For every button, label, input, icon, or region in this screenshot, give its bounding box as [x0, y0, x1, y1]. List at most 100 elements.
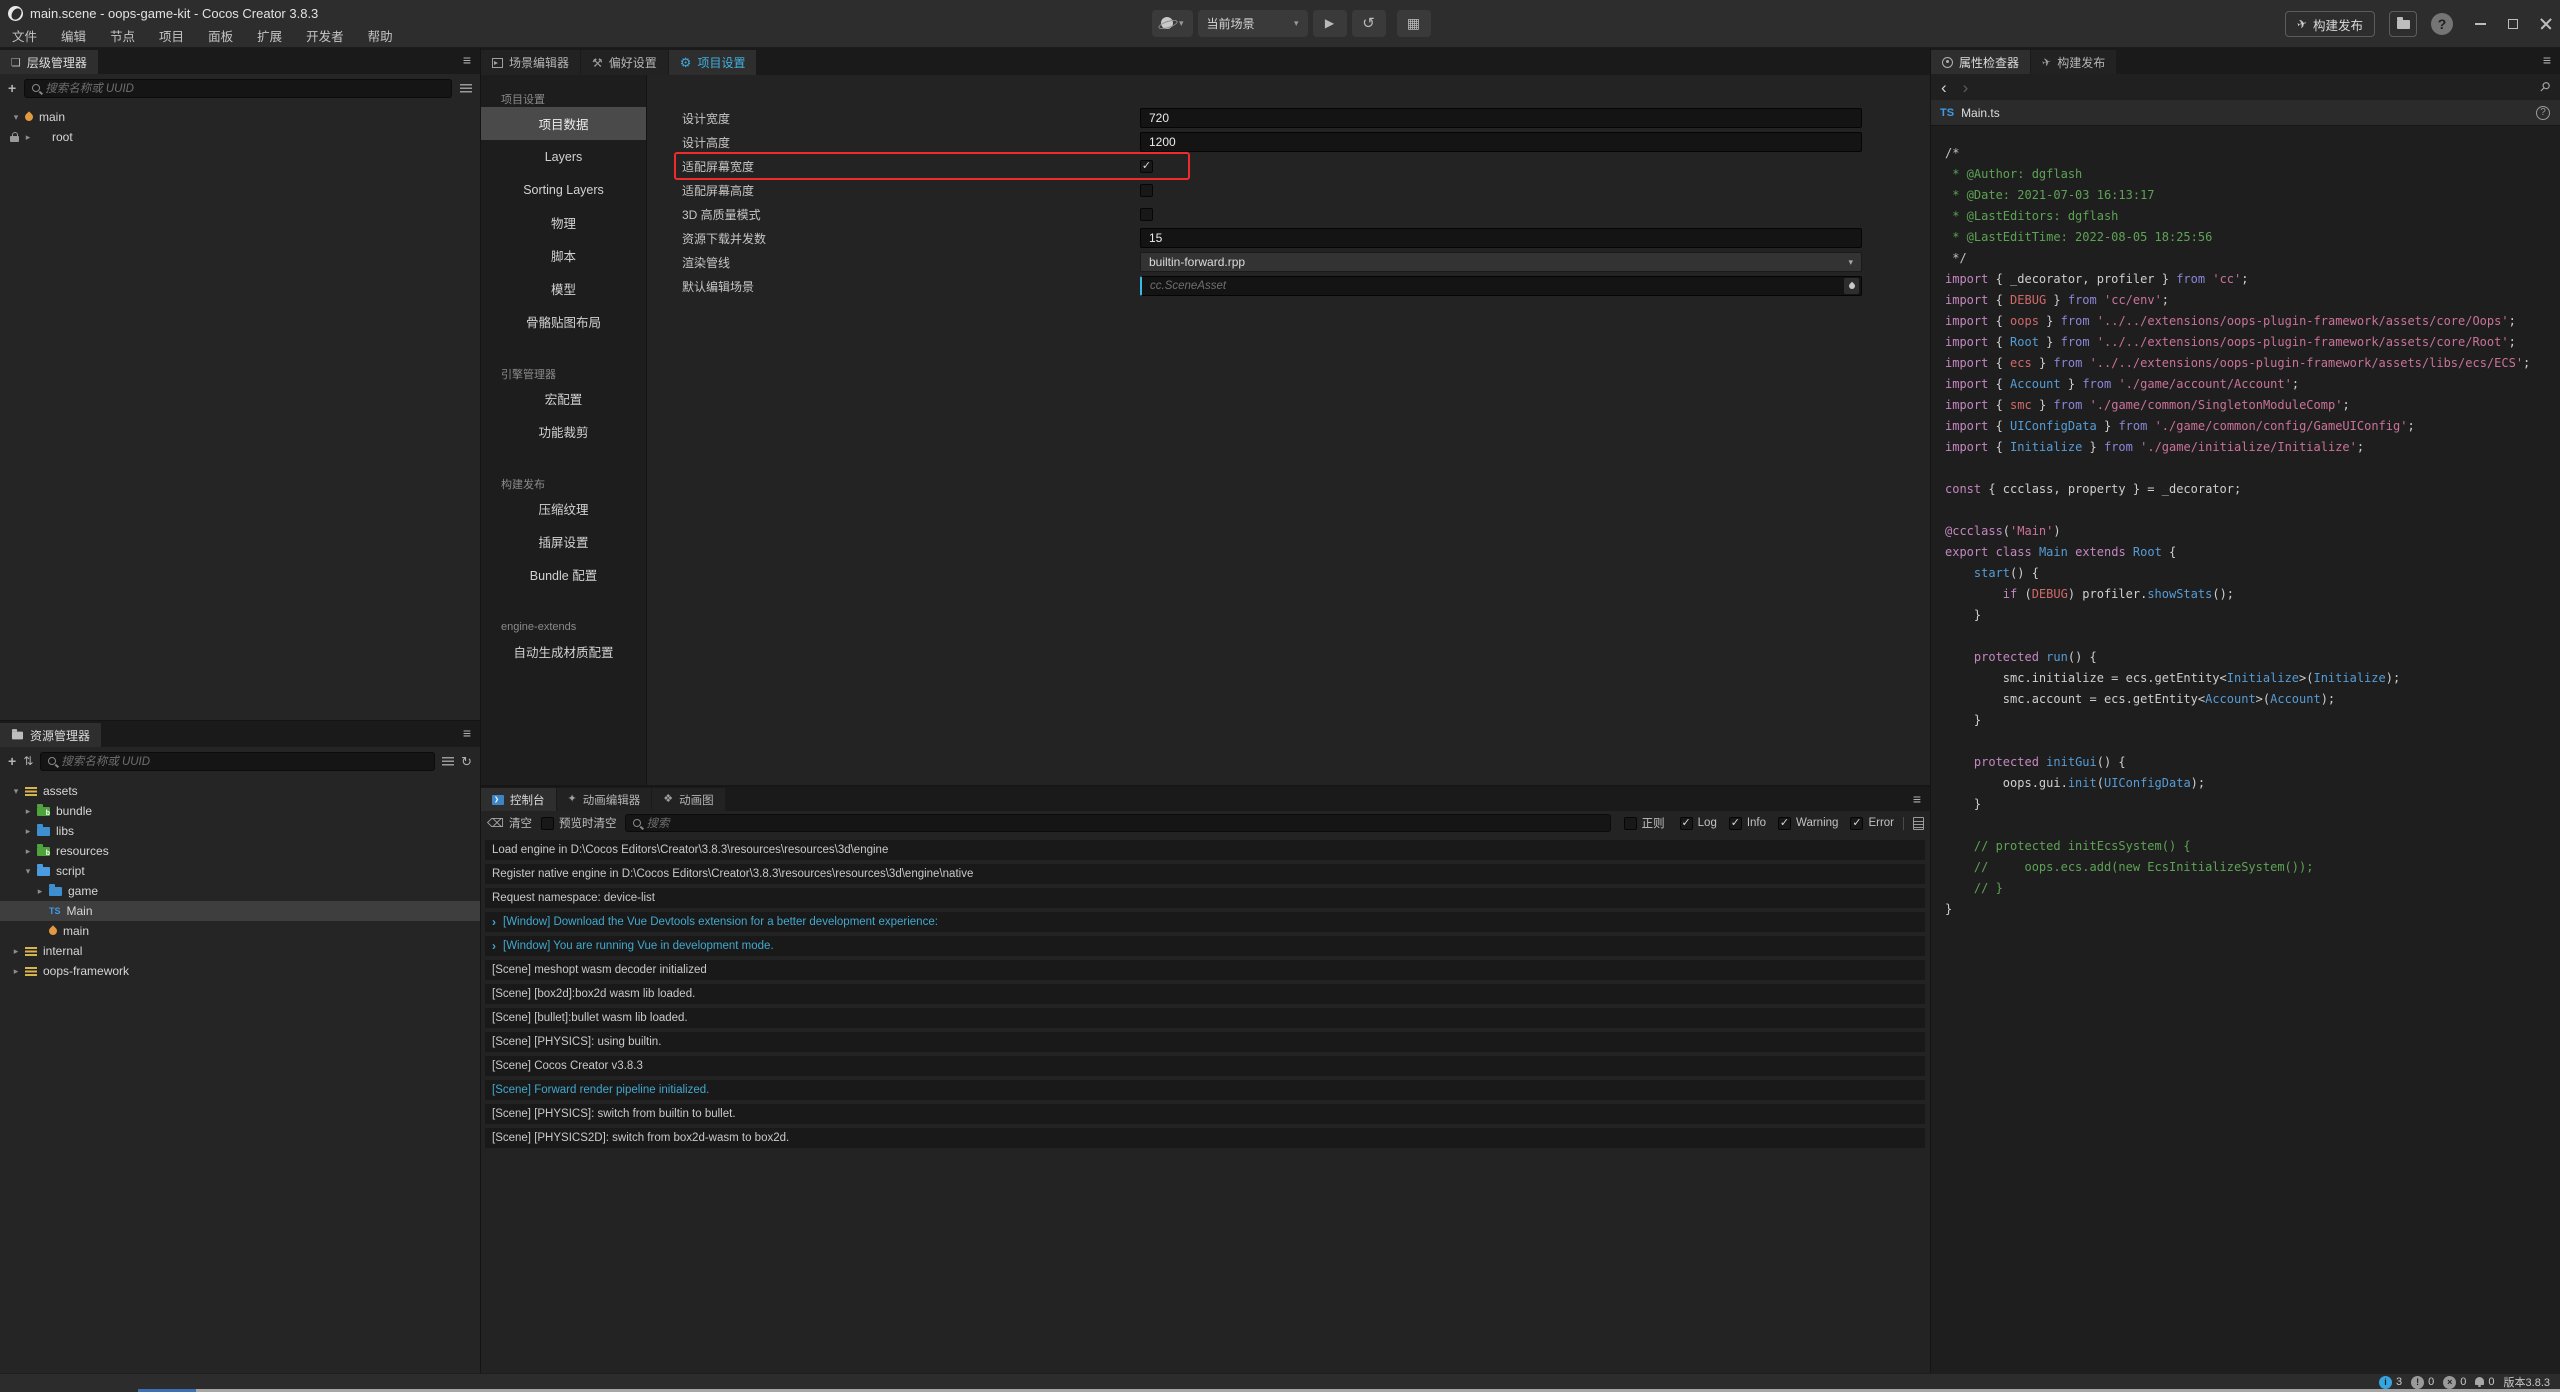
filter-checkbox-Error[interactable]: ✓: [1850, 817, 1863, 830]
assets-search-input[interactable]: 搜索名称或 UUID: [40, 752, 435, 771]
asset-row-resources[interactable]: ▸bresources: [0, 841, 480, 861]
open-project-folder-button[interactable]: [2389, 11, 2417, 37]
chevron-right-icon[interactable]: ▸: [22, 846, 34, 857]
maximize-button[interactable]: [2508, 19, 2518, 29]
filter-icon[interactable]: [442, 757, 454, 766]
add-asset-button[interactable]: +: [8, 754, 16, 768]
filter-Log[interactable]: ✓Log: [1680, 817, 1717, 830]
log-row[interactable]: Request namespace: device-list: [485, 888, 1925, 908]
settings-item-自动生成材质配置[interactable]: 自动生成材质配置: [481, 635, 646, 668]
asset-row-libs[interactable]: ▸libs: [0, 821, 480, 841]
log-row[interactable]: ›[Window] Download the Vue Devtools exte…: [485, 912, 1925, 932]
refresh-assets-icon[interactable]: ↻: [461, 755, 472, 768]
panel-menu-icon[interactable]: ≡: [2543, 53, 2551, 67]
settings-item-骨骼贴图布局[interactable]: 骨骼贴图布局: [481, 305, 646, 338]
close-button[interactable]: [2540, 18, 2552, 30]
minimize-button[interactable]: [2475, 23, 2486, 25]
settings-item-宏配置[interactable]: 宏配置: [481, 382, 646, 415]
asset-picker-icon[interactable]: [1844, 278, 1859, 294]
menu-item-文件[interactable]: 文件: [0, 24, 49, 46]
clear-on-preview-option[interactable]: 预览时清空: [541, 815, 617, 831]
settings-item-Bundle 配置[interactable]: Bundle 配置: [481, 558, 646, 591]
tab-控制台[interactable]: ❯控制台: [481, 788, 556, 811]
filter-Info[interactable]: ✓Info: [1729, 817, 1766, 830]
tab-项目设置[interactable]: ⚙项目设置: [669, 50, 757, 75]
filter-checkbox-Info[interactable]: ✓: [1729, 817, 1742, 830]
tab-偏好设置[interactable]: ⚒偏好设置: [581, 50, 668, 75]
panel-menu-icon[interactable]: ≡: [463, 53, 471, 67]
filter-Warning[interactable]: ✓Warning: [1778, 817, 1838, 830]
tree-row-main[interactable]: ▾main: [0, 107, 480, 127]
tab-build-publish[interactable]: ✈ 构建发布: [2031, 50, 2116, 74]
forward-icon[interactable]: ›: [1963, 79, 1969, 96]
chevron-right-icon[interactable]: ▸: [22, 826, 34, 837]
settings-item-Layers[interactable]: Layers: [481, 140, 646, 173]
asset-row-Main[interactable]: TSMain: [0, 901, 480, 921]
text-input-设计高度[interactable]: 1200: [1140, 132, 1862, 152]
text-input-设计宽度[interactable]: 720: [1140, 108, 1862, 128]
sort-assets-icon[interactable]: ⇅: [23, 755, 33, 767]
tree-row-root[interactable]: ▸root: [0, 127, 480, 147]
build-publish-button[interactable]: ✈ 构建发布: [2285, 11, 2375, 37]
tab-动画编辑器[interactable]: ✦动画编辑器: [557, 788, 652, 811]
settings-item-压缩纹理[interactable]: 压缩纹理: [481, 492, 646, 525]
settings-item-物理[interactable]: 物理: [481, 206, 646, 239]
log-row[interactable]: ›[Window] You are running Vue in develop…: [485, 936, 1925, 956]
chevron-right-icon[interactable]: ▸: [10, 966, 22, 977]
scene-select-dropdown[interactable]: 当前场景 ▾: [1198, 10, 1308, 37]
settings-item-Sorting Layers[interactable]: Sorting Layers: [481, 173, 646, 206]
log-row[interactable]: [Scene] [PHYSICS]: switch from builtin t…: [485, 1104, 1925, 1124]
filter-Error[interactable]: ✓Error: [1850, 817, 1894, 830]
menu-item-扩展[interactable]: 扩展: [245, 24, 294, 46]
menu-item-项目[interactable]: 项目: [147, 24, 196, 46]
hierarchy-search-input[interactable]: 搜索名称或 UUID: [24, 79, 452, 98]
tab-hierarchy[interactable]: ❏ 层级管理器: [0, 50, 98, 74]
tab-inspector[interactable]: 属性检查器: [1931, 50, 2030, 74]
asset-row-main[interactable]: main: [0, 921, 480, 941]
log-row[interactable]: [Scene] Cocos Creator v3.8.3: [485, 1056, 1925, 1076]
checkbox-3D 高质量模式[interactable]: [1140, 208, 1153, 221]
pin-icon[interactable]: ⚲: [2536, 78, 2554, 96]
filter-checkbox-Warning[interactable]: ✓: [1778, 817, 1791, 830]
preview-target-button[interactable]: ▾: [1152, 10, 1193, 37]
chevron-right-icon[interactable]: ›: [492, 939, 496, 953]
chevron-right-icon[interactable]: ▸: [22, 806, 34, 817]
regex-checkbox[interactable]: [1624, 817, 1637, 830]
help-button[interactable]: [2431, 13, 2453, 35]
clear-on-preview-checkbox[interactable]: [541, 817, 554, 830]
error-count-icon[interactable]: ×: [2443, 1376, 2456, 1389]
select-渲染管线[interactable]: builtin-forward.rpp▾: [1140, 252, 1862, 272]
settings-item-插屏设置[interactable]: 插屏设置: [481, 525, 646, 558]
chevron-right-icon[interactable]: ▸: [10, 946, 22, 957]
checkbox-适配屏幕宽度[interactable]: ✓: [1140, 160, 1153, 173]
panel-menu-icon[interactable]: ≡: [463, 726, 471, 740]
settings-item-脚本[interactable]: 脚本: [481, 239, 646, 272]
back-icon[interactable]: ‹: [1941, 79, 1947, 96]
tab-场景编辑器[interactable]: 场景编辑器: [481, 50, 580, 75]
log-row[interactable]: [Scene] [bullet]:bullet wasm lib loaded.: [485, 1008, 1925, 1028]
menu-item-面板[interactable]: 面板: [196, 24, 245, 46]
asset-row-game[interactable]: ▸game: [0, 881, 480, 901]
menu-item-开发者[interactable]: 开发者: [294, 24, 356, 46]
tab-assets[interactable]: 资源管理器: [0, 723, 101, 747]
help-icon[interactable]: ?: [2536, 106, 2550, 120]
filter-checkbox-Log[interactable]: ✓: [1680, 817, 1693, 830]
settings-item-功能裁剪[interactable]: 功能裁剪: [481, 415, 646, 448]
asset-row-internal[interactable]: ▸internal: [0, 941, 480, 961]
tab-动画图[interactable]: ❖动画图: [652, 788, 724, 811]
chevron-right-icon[interactable]: ▸: [22, 132, 34, 143]
settings-item-项目数据[interactable]: 项目数据: [481, 107, 646, 140]
log-row[interactable]: [Scene] meshopt wasm decoder initialized: [485, 960, 1925, 980]
console-clear-button[interactable]: ⌫ 清空: [487, 815, 532, 831]
settings-item-模型[interactable]: 模型: [481, 272, 646, 305]
log-row[interactable]: [Scene] [PHYSICS]: using builtin.: [485, 1032, 1925, 1052]
log-row[interactable]: Register native engine in D:\Cocos Edito…: [485, 864, 1925, 884]
chevron-right-icon[interactable]: ▸: [34, 886, 46, 897]
menu-item-帮助[interactable]: 帮助: [356, 24, 405, 46]
log-row[interactable]: [Scene] [box2d]:box2d wasm lib loaded.: [485, 984, 1925, 1004]
asset-row-bundle[interactable]: ▸bbundle: [0, 801, 480, 821]
chevron-down-icon[interactable]: ▾: [10, 786, 22, 797]
asset-input-默认编辑场景[interactable]: cc.SceneAsset: [1140, 276, 1862, 296]
regex-option[interactable]: 正则: [1624, 815, 1665, 831]
chevron-right-icon[interactable]: ›: [492, 915, 496, 929]
